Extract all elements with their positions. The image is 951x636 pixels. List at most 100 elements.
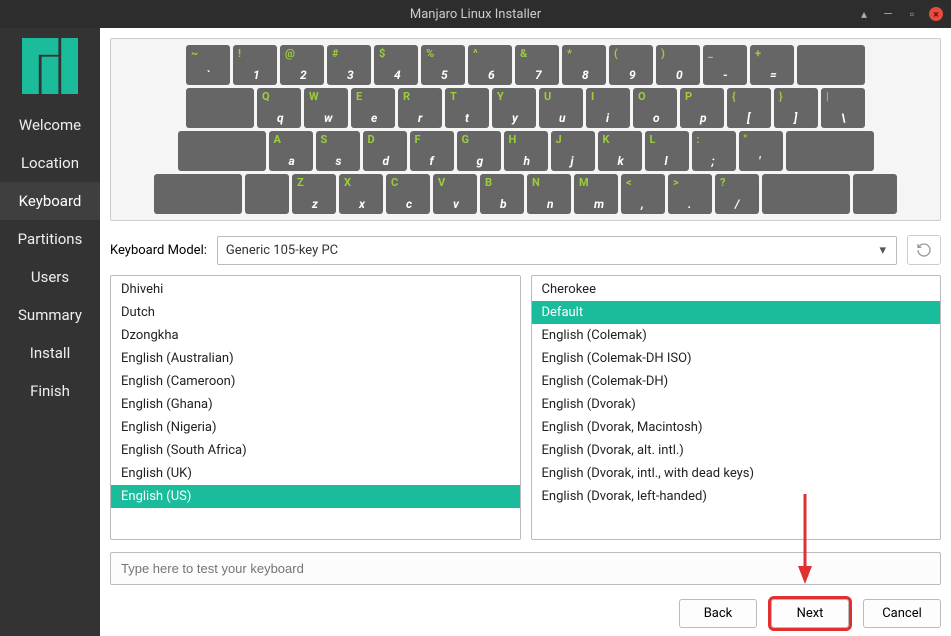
key: Ii (586, 88, 630, 128)
window-title: Manjaro Linux Installer (410, 7, 541, 22)
key: Bb (480, 174, 524, 214)
sidebar-step-location[interactable]: Location (0, 144, 100, 182)
key: ~` (186, 45, 230, 85)
list-item[interactable]: Dutch (111, 301, 520, 324)
key (762, 174, 850, 214)
key: Ll (645, 131, 689, 171)
keyboard-model-select[interactable]: Generic 105-key PC (217, 236, 897, 265)
titlebar: Manjaro Linux Installer ▴ — ▫ × (0, 0, 951, 28)
key: {[ (727, 88, 771, 128)
reset-button[interactable] (907, 235, 941, 265)
list-item[interactable]: English (Australian) (111, 347, 520, 370)
list-item[interactable]: Default (532, 301, 941, 324)
refresh-icon (916, 242, 932, 258)
keyboard-model-value: Generic 105-key PC (226, 243, 338, 258)
key: += (750, 45, 794, 85)
maximize-icon[interactable]: ▫ (905, 7, 919, 21)
key (797, 45, 865, 85)
key (786, 131, 874, 171)
key: $4 (374, 45, 418, 85)
list-item[interactable]: English (Dvorak, intl., with dead keys) (532, 462, 941, 485)
key: Cc (386, 174, 430, 214)
list-item[interactable]: Cherokee (532, 278, 941, 301)
list-item[interactable]: English (Dvorak, left-handed) (532, 485, 941, 508)
sidebar: WelcomeLocationKeyboardPartitionsUsersSu… (0, 28, 100, 636)
list-item[interactable]: English (US) (111, 485, 520, 508)
key: Nn (527, 174, 571, 214)
key: }] (774, 88, 818, 128)
sidebar-step-summary[interactable]: Summary (0, 296, 100, 334)
key: Aa (269, 131, 313, 171)
close-icon[interactable]: × (929, 7, 943, 21)
key: *8 (562, 45, 606, 85)
key: >. (668, 174, 712, 214)
key: Yy (492, 88, 536, 128)
key: Mm (574, 174, 618, 214)
key: (9 (609, 45, 653, 85)
key: Vv (433, 174, 477, 214)
key: Pp (680, 88, 724, 128)
sidebar-step-users[interactable]: Users (0, 258, 100, 296)
sidebar-step-partitions[interactable]: Partitions (0, 220, 100, 258)
next-button[interactable]: Next (771, 599, 849, 628)
key: &7 (515, 45, 559, 85)
list-item[interactable]: English (Nigeria) (111, 416, 520, 439)
key: Uu (539, 88, 583, 128)
keyboard-test-input[interactable] (110, 552, 941, 585)
key: Ff (410, 131, 454, 171)
keyboard-preview: ~`!1@2#3$4%5^6&7*8(9)0_-+= QqWwEeRrTtYyUu… (110, 38, 941, 221)
key: Ww (304, 88, 348, 128)
key: Zz (292, 174, 336, 214)
rollup-icon[interactable]: ▴ (857, 7, 871, 21)
content-pane: ~`!1@2#3$4%5^6&7*8(9)0_-+= QqWwEeRrTtYyUu… (100, 28, 951, 636)
key: Xx (339, 174, 383, 214)
key (154, 174, 242, 214)
back-button[interactable]: Back (679, 599, 757, 628)
list-item[interactable]: English (Colemak) (532, 324, 941, 347)
list-item[interactable]: English (UK) (111, 462, 520, 485)
key: Ee (351, 88, 395, 128)
key: #3 (327, 45, 371, 85)
list-item[interactable]: English (Cameroon) (111, 370, 520, 393)
list-item[interactable]: English (Colemak-DH) (532, 370, 941, 393)
key: Hh (504, 131, 548, 171)
list-item[interactable]: English (Dvorak, alt. intl.) (532, 439, 941, 462)
key: <, (621, 174, 665, 214)
variant-list[interactable]: CherokeeDefaultEnglish (Colemak)English … (531, 275, 942, 540)
key: Dd (363, 131, 407, 171)
list-item[interactable]: English (Dvorak) (532, 393, 941, 416)
key (186, 88, 254, 128)
list-item[interactable]: English (South Africa) (111, 439, 520, 462)
key: ^6 (468, 45, 512, 85)
key: Gg (457, 131, 501, 171)
list-item[interactable]: English (Dvorak, Macintosh) (532, 416, 941, 439)
sidebar-step-keyboard[interactable]: Keyboard (0, 182, 100, 220)
minimize-icon[interactable]: — (881, 7, 895, 21)
layout-list[interactable]: DhivehiDutchDzongkhaEnglish (Australian)… (110, 275, 521, 540)
key (245, 174, 289, 214)
sidebar-step-install[interactable]: Install (0, 334, 100, 372)
list-item[interactable]: Dhivehi (111, 278, 520, 301)
key: Rr (398, 88, 442, 128)
key: Qq (257, 88, 301, 128)
key: _- (703, 45, 747, 85)
key: |\ (821, 88, 865, 128)
key: Tt (445, 88, 489, 128)
key: !1 (233, 45, 277, 85)
keyboard-model-label: Keyboard Model: (110, 243, 207, 258)
key: )0 (656, 45, 700, 85)
sidebar-step-finish[interactable]: Finish (0, 372, 100, 410)
list-item[interactable]: English (Ghana) (111, 393, 520, 416)
key (853, 174, 897, 214)
key (178, 131, 266, 171)
key: Ss (316, 131, 360, 171)
key: @2 (280, 45, 324, 85)
list-item[interactable]: Dzongkha (111, 324, 520, 347)
key: :; (692, 131, 736, 171)
key: %5 (421, 45, 465, 85)
sidebar-step-welcome[interactable]: Welcome (0, 106, 100, 144)
cancel-button[interactable]: Cancel (863, 599, 941, 628)
key: Oo (633, 88, 677, 128)
key: ?/ (715, 174, 759, 214)
list-item[interactable]: English (Colemak-DH ISO) (532, 347, 941, 370)
